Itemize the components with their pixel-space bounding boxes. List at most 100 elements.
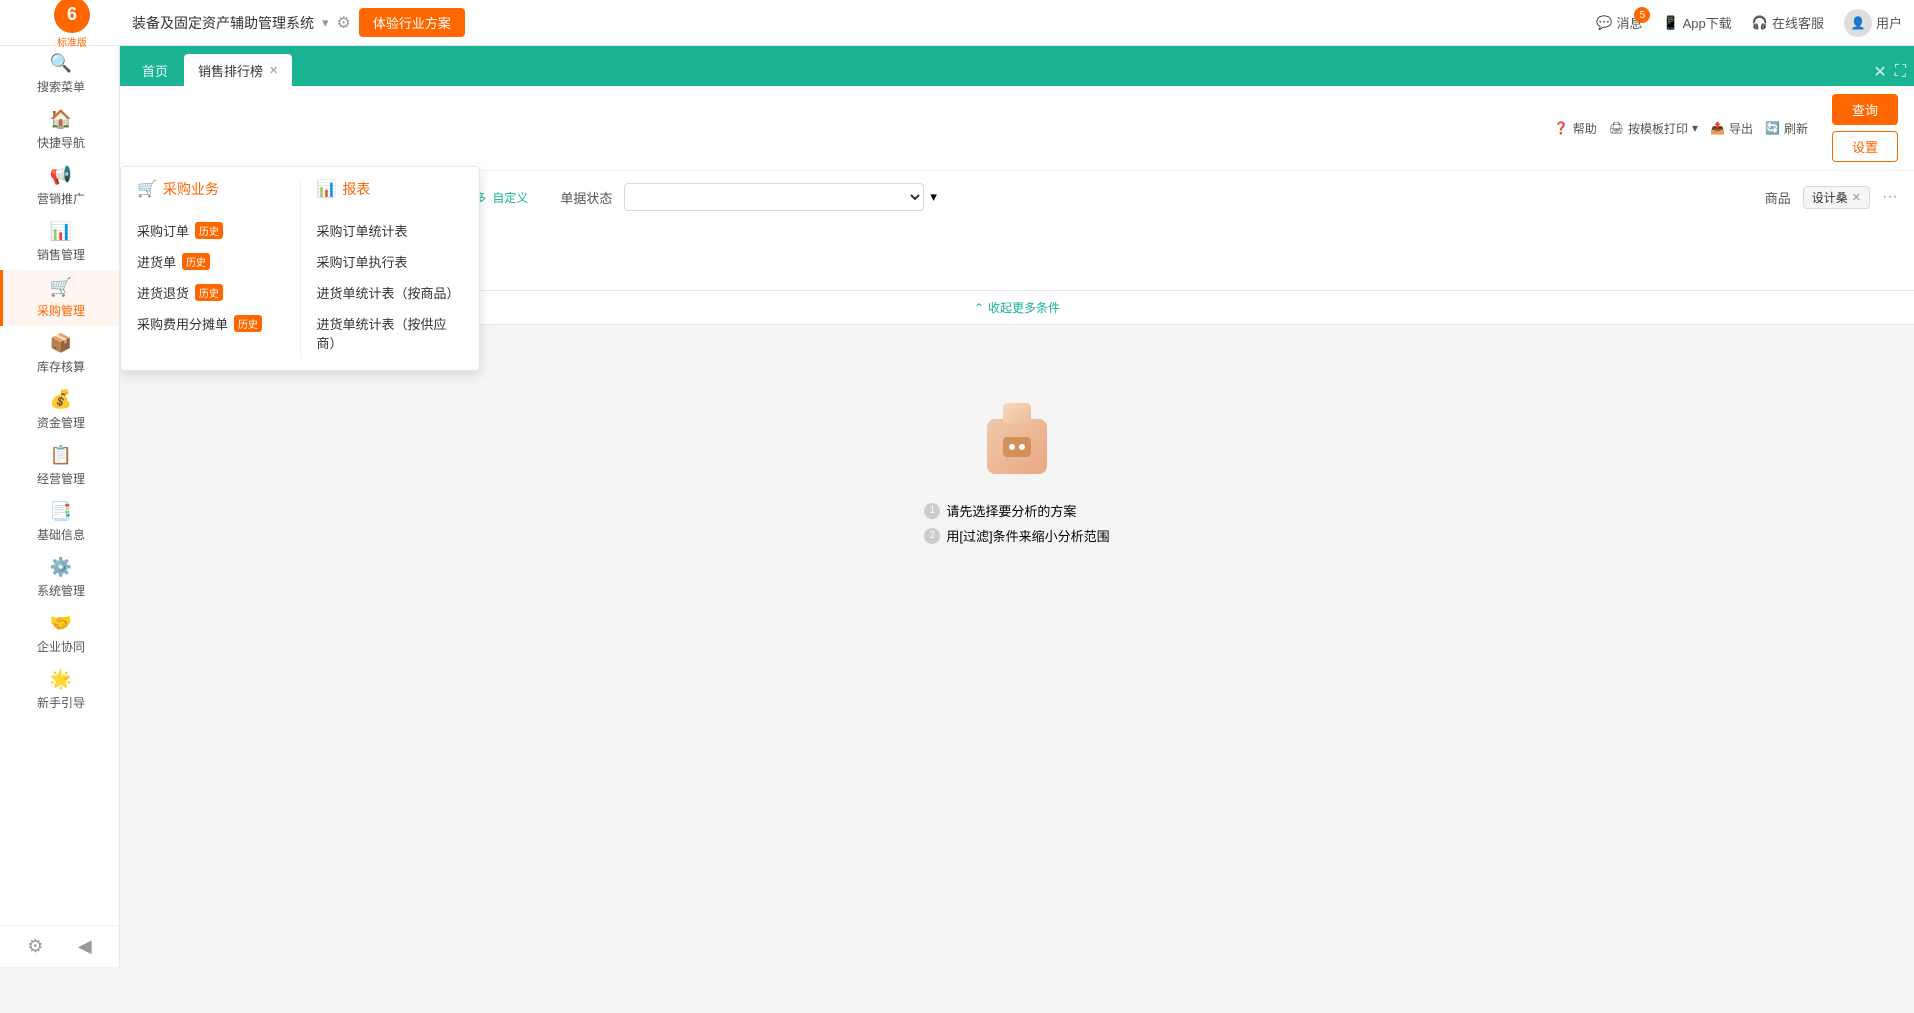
sidebar-item-guide[interactable]: 🌟 新手引导 (0, 662, 119, 718)
message-icon: 💬 (1596, 15, 1612, 31)
tab-bar-expand-icon[interactable]: ⛶ (1895, 63, 1906, 81)
sidebar-item-quick-nav[interactable]: 🏠 快捷导航 (0, 102, 119, 158)
collapse-btn[interactable]: ⌃ 收起更多条件 (974, 299, 1060, 316)
purchase-order-label: 采购订单 (137, 221, 189, 240)
print-label: 按模板打印 (1628, 120, 1688, 137)
user-btn[interactable]: 👤 用户 (1844, 9, 1902, 37)
goods-label: 商品 (1765, 188, 1791, 207)
tab-sales-rank[interactable]: 销售排行榜 ✕ (184, 54, 292, 86)
dropdown-item-purchase-order[interactable]: 采购订单 历史 (137, 215, 284, 246)
print-icon: 🖨 (1609, 121, 1624, 135)
online-service-btn[interactable]: 🎧 在线客服 (1752, 13, 1824, 32)
phone-icon: 📱 (1662, 15, 1678, 31)
home-icon: 🏠 (50, 109, 72, 130)
dropdown-item-purchase-order-stats[interactable]: 采购订单统计表 (317, 215, 464, 246)
empty-illustration (967, 399, 1067, 489)
goods-tag-close[interactable]: ✕ (1852, 191, 1861, 204)
app-download-label: App下载 (1683, 13, 1732, 32)
sidebar-item-basic[interactable]: 📑 基础信息 (0, 494, 119, 550)
dropdown-col-report: 📊 报表 采购订单统计表 采购订单执行表 进货单统计表（按商品） 进货单统计表（… (300, 179, 480, 358)
sidebar-item-marketing[interactable]: 📢 营销推广 (0, 158, 119, 214)
sidebar-item-operations[interactable]: 📋 经营管理 (0, 438, 119, 494)
app-download-btn[interactable]: 📱 App下载 (1662, 13, 1731, 32)
quick-custom[interactable]: 自定义 (492, 189, 528, 206)
main: 首页 销售排行榜 ✕ ✕ ⛶ ❓ 帮助 🖨 按模板打印 ▾ 📤 导出 (120, 46, 1914, 967)
clipboard-icon: 📋 (50, 445, 72, 466)
sidebar: 🔍 搜索菜单 🏠 快捷导航 📢 营销推广 📊 销售管理 🛒 采购管理 📦 库存核… (0, 46, 120, 967)
sidebar-item-sales[interactable]: 📊 销售管理 (0, 214, 119, 270)
refresh-btn[interactable]: 🔄 刷新 (1765, 120, 1808, 137)
purchase-expense-label: 采购费用分摊单 (137, 314, 228, 333)
export-btn[interactable]: 📤 导出 (1710, 120, 1753, 137)
dropdown-item-purchase-order-exec[interactable]: 采购订单执行表 (317, 246, 464, 277)
dropdown-report-header: 📊 报表 (317, 179, 464, 205)
history-badge-0: 历史 (195, 222, 223, 239)
top-header: 6 标准版 装备及固定资产辅助管理系统 ▾ ⚙ 体验行业方案 💬 消息 5 📱 … (0, 0, 1914, 46)
money-icon: 💰 (50, 389, 72, 410)
stockin-by-goods-label: 进货单统计表（按商品） (317, 283, 460, 302)
sidebar-item-purchase[interactable]: 🛒 采购管理 (0, 270, 119, 326)
dropdown-item-stock-in[interactable]: 进货单 历史 (137, 246, 284, 277)
star-icon: 🌟 (50, 669, 72, 690)
chart-icon: 📊 (50, 221, 72, 242)
cart-icon: 🛒 (50, 277, 72, 298)
empty-tip-1-text: 请先选择要分析的方案 (946, 501, 1076, 520)
goods-more-btn[interactable]: ··· (1882, 188, 1898, 206)
tab-sales-rank-label: 销售排行榜 (198, 61, 263, 80)
avatar: 👤 (1844, 9, 1872, 37)
dropdown-item-stockin-by-goods[interactable]: 进货单统计表（按商品） (317, 277, 464, 308)
help-btn[interactable]: ❓ 帮助 (1554, 120, 1597, 137)
system-title-area: 装备及固定资产辅助管理系统 ▾ ⚙ 体验行业方案 (132, 8, 1596, 37)
dropdown-item-stockin-by-supplier[interactable]: 进货单统计表（按供应商） (317, 308, 464, 358)
report-section-icon: 📊 (317, 179, 337, 199)
doc-status-select-area: ▾ (624, 183, 1732, 211)
message-badge: 5 (1634, 7, 1650, 23)
sidebar-item-label: 营销推广 (37, 190, 85, 207)
robot-body (987, 419, 1047, 474)
tab-close-icon[interactable]: ✕ (269, 64, 278, 77)
goods-tag-text: 设计桑 (1812, 189, 1848, 206)
help-icon: ❓ (1554, 121, 1569, 135)
doc-status-select[interactable] (624, 183, 924, 211)
sidebar-item-finance[interactable]: 💰 资金管理 (0, 382, 119, 438)
purchase-section-title: 采购业务 (163, 179, 219, 199)
set-btn[interactable]: 设置 (1832, 131, 1898, 162)
print-btn[interactable]: 🖨 按模板打印 ▾ (1609, 120, 1698, 137)
sidebar-item-label: 快捷导航 (37, 134, 85, 151)
industry-btn[interactable]: 体验行业方案 (359, 8, 465, 37)
tab-home-label: 首页 (142, 61, 168, 80)
handshake-icon: 🤝 (50, 613, 72, 634)
tab-bar-close-icon[interactable]: ✕ (1873, 62, 1886, 82)
header-right: 💬 消息 5 📱 App下载 🎧 在线客服 👤 用户 (1596, 9, 1902, 37)
sidebar-item-label: 销售管理 (37, 246, 85, 263)
user-label: 用户 (1876, 13, 1902, 32)
purchase-order-stats-label: 采购订单统计表 (317, 221, 408, 240)
sidebar-item-label: 经营管理 (37, 470, 85, 487)
collapse-icon[interactable]: ◀ (78, 936, 92, 957)
settings-bottom-icon[interactable]: ⚙ (27, 936, 43, 957)
message-btn[interactable]: 💬 消息 5 (1596, 13, 1642, 32)
system-title: 装备及固定资产辅助管理系统 (132, 13, 314, 33)
settings-icon[interactable]: ⚙ (337, 13, 351, 33)
sidebar-item-label: 企业协同 (37, 638, 85, 655)
query-btn[interactable]: 查询 (1832, 94, 1898, 125)
tab-bar-right: ✕ ⛶ (1873, 62, 1906, 86)
dropdown-col-purchase: 🛒 采购业务 采购订单 历史 进货单 历史 进货退货 历史 (121, 179, 300, 358)
sidebar-item-label: 库存核算 (37, 358, 85, 375)
sidebar-item-system[interactable]: ⚙️ 系统管理 (0, 550, 119, 606)
sidebar-item-enterprise[interactable]: 🤝 企业协同 (0, 606, 119, 662)
export-label: 导出 (1729, 120, 1753, 137)
search-icon: 🔍 (50, 53, 72, 74)
stockin-by-supplier-label: 进货单统计表（按供应商） (317, 314, 464, 352)
dropdown-item-purchase-expense[interactable]: 采购费用分摊单 历史 (137, 308, 284, 339)
document-icon: 📑 (50, 501, 72, 522)
headset-icon: 🎧 (1752, 15, 1768, 31)
sidebar-item-inventory[interactable]: 📦 库存核算 (0, 326, 119, 382)
goods-tag: 设计桑 ✕ (1803, 186, 1870, 209)
empty-tip-2: 2 用[过滤]条件来缩小分析范围 (924, 526, 1109, 545)
tab-home[interactable]: 首页 (128, 54, 182, 86)
sidebar-item-search[interactable]: 🔍 搜索菜单 (0, 46, 119, 102)
dropdown-item-stock-return[interactable]: 进货退货 历史 (137, 277, 284, 308)
empty-tips: 1 请先选择要分析的方案 2 用[过滤]条件来缩小分析范围 (924, 501, 1109, 551)
dropdown-arrow-icon[interactable]: ▾ (322, 15, 329, 31)
